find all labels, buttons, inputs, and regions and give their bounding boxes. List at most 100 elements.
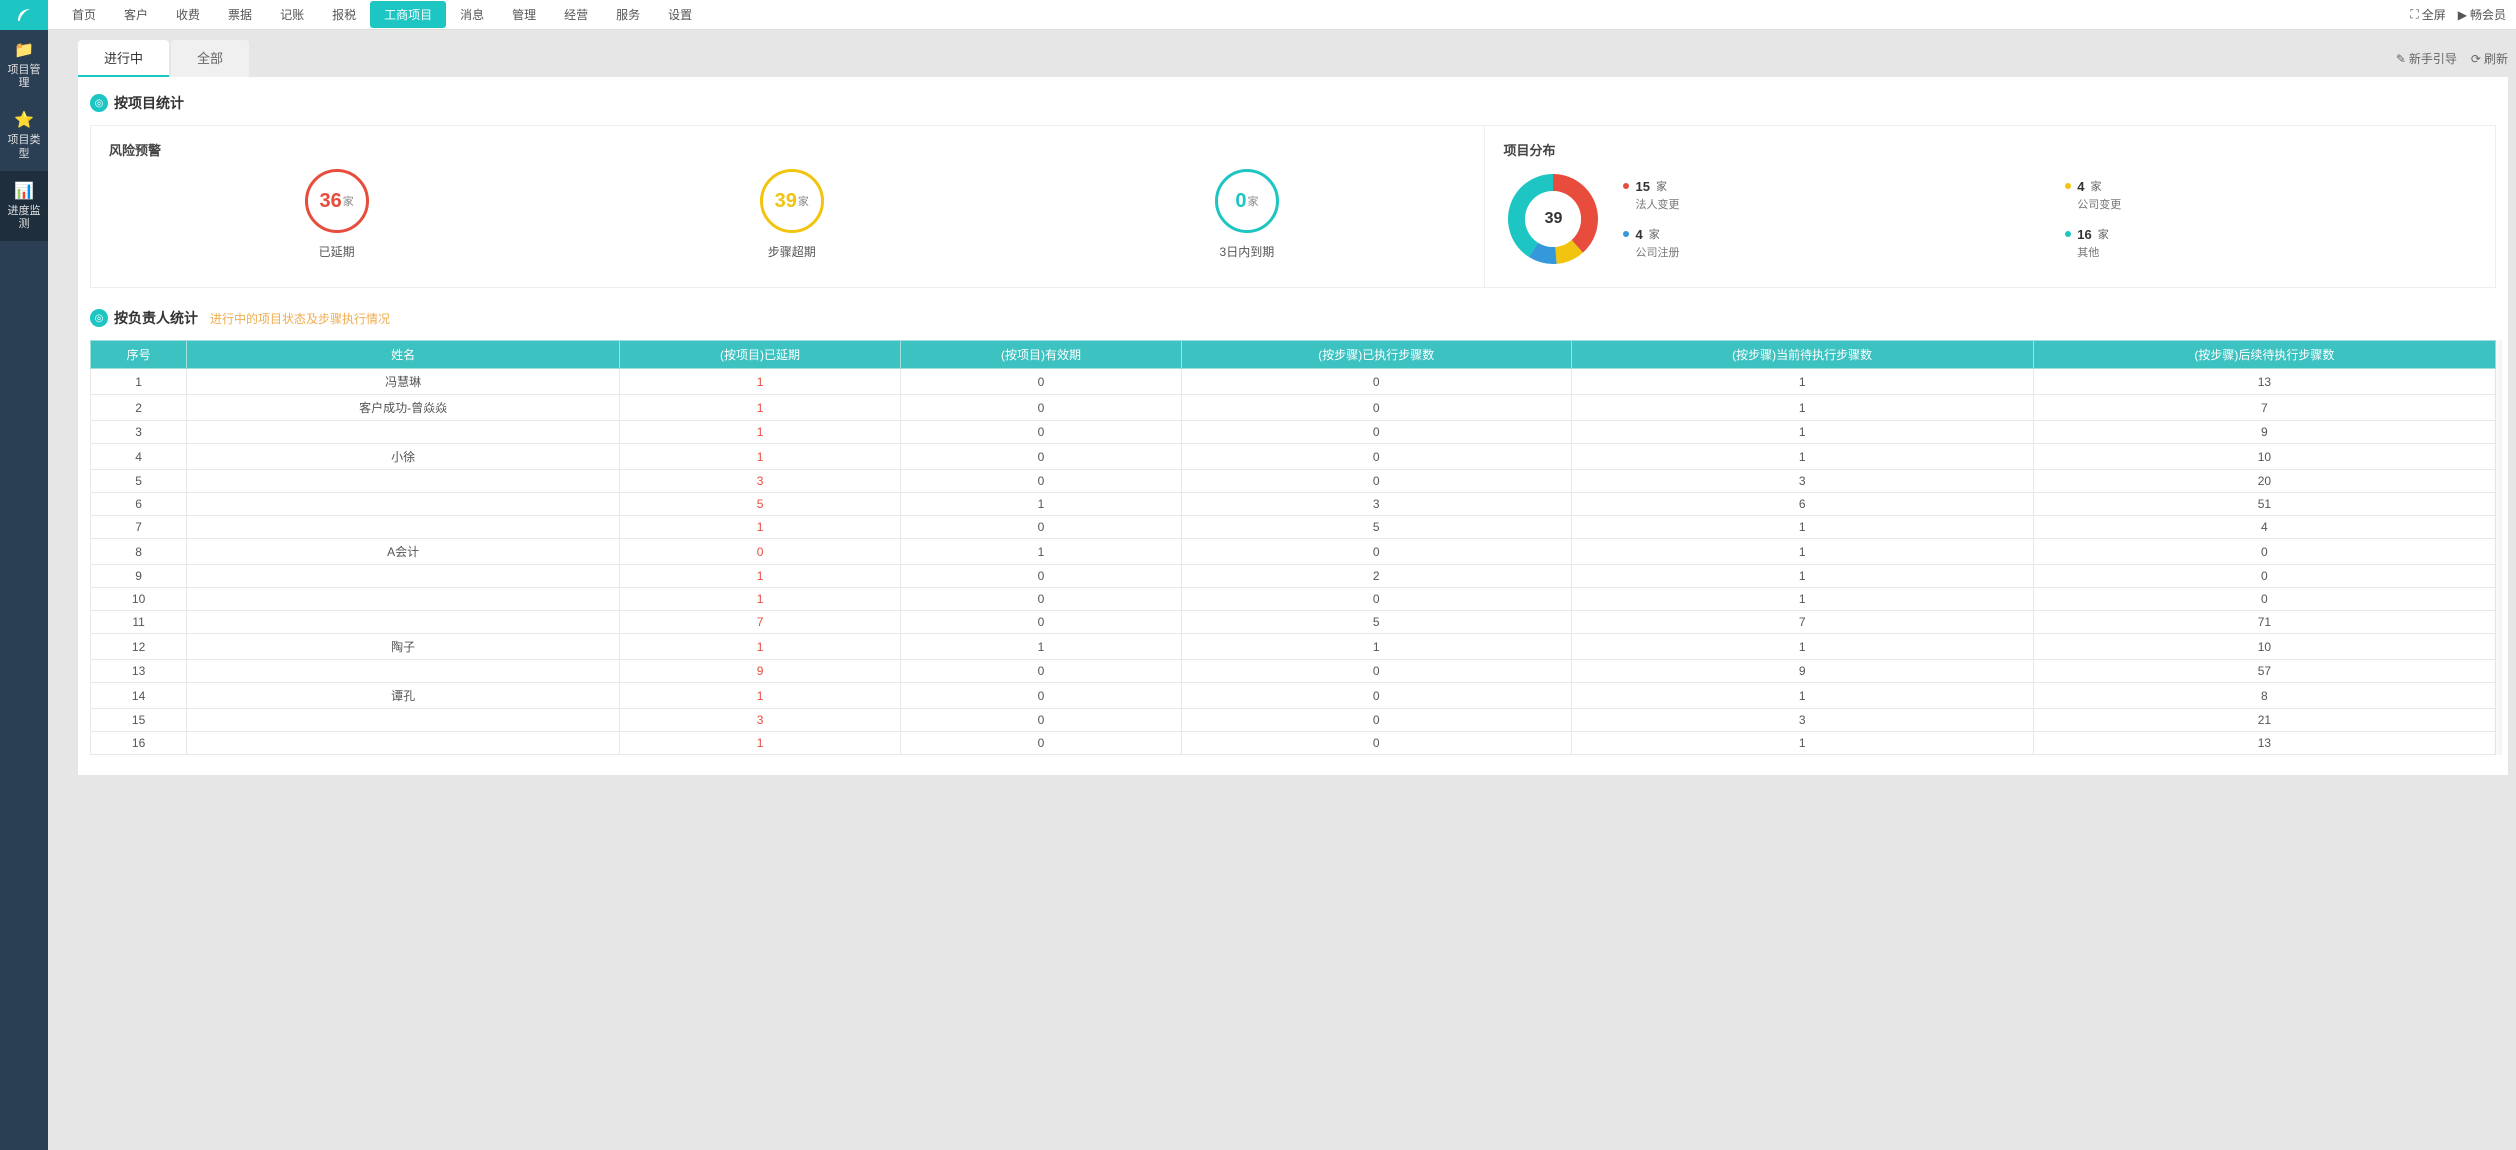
col-header-4: (按步骤)已执行步骤数 [1181, 341, 1571, 369]
table-row[interactable]: 4小徐100110 [91, 444, 2496, 470]
table-cell [187, 421, 620, 444]
scroll-indicator[interactable] [2492, 340, 2502, 755]
nav-item-3[interactable]: 票据 [214, 1, 266, 28]
table-row[interactable]: 8A会计01010 [91, 539, 2496, 565]
table-cell: 9 [620, 660, 901, 683]
tab-0[interactable]: 进行中 [78, 40, 169, 77]
table-row[interactable]: 15300321 [91, 709, 2496, 732]
table-row[interactable]: 310019 [91, 421, 2496, 444]
risk-card-title: 风险预警 [109, 140, 1474, 159]
table-cell: 0 [2033, 588, 2495, 611]
table-cell: 6 [1571, 493, 2033, 516]
table-cell [187, 493, 620, 516]
table-cell: 9 [91, 565, 187, 588]
risk-label: 步骤超期 [760, 243, 824, 260]
tab-1[interactable]: 全部 [171, 40, 249, 77]
top-nav: 首页客户收费票据记账报税工商项目消息管理经营服务设置 ⛶ 全屏 ▶ 畅会员 [48, 0, 2516, 30]
table-cell [187, 611, 620, 634]
section-project-stats-header: ◎ 按项目统计 [86, 93, 2500, 113]
table-cell: 1 [620, 732, 901, 755]
risk-circle-2[interactable]: 0家3日内到期 [1215, 169, 1279, 260]
section-title: 按负责人统计 [114, 308, 198, 328]
table-row[interactable]: 6513651 [91, 493, 2496, 516]
section-title: 按项目统计 [114, 93, 184, 113]
table-row[interactable]: 5300320 [91, 470, 2496, 493]
table-cell: 1 [620, 369, 901, 395]
table-cell: 7 [91, 516, 187, 539]
nav-item-8[interactable]: 管理 [498, 1, 550, 28]
table-cell: 0 [901, 588, 1182, 611]
table-cell [187, 709, 620, 732]
table-cell: 3 [1181, 493, 1571, 516]
table-cell: 1 [91, 369, 187, 395]
table-cell: 小徐 [187, 444, 620, 470]
nav-item-7[interactable]: 消息 [446, 1, 498, 28]
risk-value: 39 [775, 190, 797, 213]
fullscreen-button[interactable]: ⛶ 全屏 [2410, 6, 2445, 23]
legend-item-3[interactable]: 16家其他 [2065, 226, 2477, 260]
table-row[interactable]: 1冯慧琳100113 [91, 369, 2496, 395]
nav-item-4[interactable]: 记账 [266, 1, 318, 28]
legend-item-0[interactable]: 15家法人变更 [1623, 178, 2035, 212]
table-cell: 0 [1181, 683, 1571, 709]
table-cell: 10 [2033, 444, 2495, 470]
table-cell: 1 [620, 516, 901, 539]
table-cell: 1 [1571, 732, 2033, 755]
table-row[interactable]: 710514 [91, 516, 2496, 539]
table-row[interactable]: 14谭孔10018 [91, 683, 2496, 709]
table-cell: 1 [901, 539, 1182, 565]
sidebar-label: 项目管理 [4, 64, 44, 90]
nav-item-2[interactable]: 收费 [162, 1, 214, 28]
table-cell: 7 [620, 611, 901, 634]
nav-item-1[interactable]: 客户 [110, 1, 162, 28]
app-logo[interactable] [0, 0, 48, 30]
table-cell: 1 [1571, 588, 2033, 611]
legend-value: 15 [1635, 179, 1649, 194]
table-cell: 0 [901, 709, 1182, 732]
nav-item-10[interactable]: 服务 [602, 1, 654, 28]
table-cell: 14 [91, 683, 187, 709]
table-cell: 5 [1181, 516, 1571, 539]
table-cell: 10 [2033, 634, 2495, 660]
table-cell: 1 [620, 588, 901, 611]
stats-table: 序号姓名(按项目)已延期(按项目)有效期(按步骤)已执行步骤数(按步骤)当前待执… [90, 340, 2496, 755]
legend-unit: 家 [1656, 178, 1667, 194]
legend-item-1[interactable]: 4家公司变更 [2065, 178, 2477, 212]
nav-item-6[interactable]: 工商项目 [370, 1, 446, 28]
table-row[interactable]: 2客户成功-曾焱焱10017 [91, 395, 2496, 421]
legend-item-2[interactable]: 4家公司注册 [1623, 226, 2035, 260]
nav-item-9[interactable]: 经营 [550, 1, 602, 28]
table-cell: 0 [1181, 732, 1571, 755]
risk-circle-0[interactable]: 36家已延期 [305, 169, 369, 260]
legend-dot-icon [1623, 183, 1629, 189]
legend-label: 公司变更 [2077, 196, 2477, 212]
member-button[interactable]: ▶ 畅会员 [2458, 6, 2506, 23]
table-cell: 4 [91, 444, 187, 470]
nav-item-11[interactable]: 设置 [654, 1, 706, 28]
nav-item-5[interactable]: 报税 [318, 1, 370, 28]
refresh-button[interactable]: ⟳ 刷新 [2471, 50, 2508, 67]
table-cell: 8 [2033, 683, 2495, 709]
table-row[interactable]: 1010010 [91, 588, 2496, 611]
guide-button[interactable]: ✎ 新手引导 [2396, 50, 2457, 67]
nav-item-0[interactable]: 首页 [58, 1, 110, 28]
table-cell: 8 [91, 539, 187, 565]
legend-value: 4 [2077, 179, 2084, 194]
table-cell: 1 [620, 395, 901, 421]
table-cell: 1 [1181, 634, 1571, 660]
table-row[interactable]: 16100113 [91, 732, 2496, 755]
table-cell: A会计 [187, 539, 620, 565]
table-row[interactable]: 910210 [91, 565, 2496, 588]
table-cell: 1 [901, 493, 1182, 516]
sidebar-item-2[interactable]: 📊进度监测 [0, 171, 48, 241]
sidebar-item-0[interactable]: 📁项目管理 [0, 30, 48, 100]
risk-circle-1[interactable]: 39家步骤超期 [760, 169, 824, 260]
risk-value: 0 [1235, 190, 1246, 213]
sidebar-item-1[interactable]: ⭐项目类型 [0, 100, 48, 170]
sidebar-icon: ⭐ [4, 110, 44, 130]
legend-unit: 家 [2090, 178, 2101, 194]
table-row[interactable]: 11705771 [91, 611, 2496, 634]
table-cell: 0 [901, 611, 1182, 634]
table-row[interactable]: 12陶子111110 [91, 634, 2496, 660]
table-row[interactable]: 13900957 [91, 660, 2496, 683]
